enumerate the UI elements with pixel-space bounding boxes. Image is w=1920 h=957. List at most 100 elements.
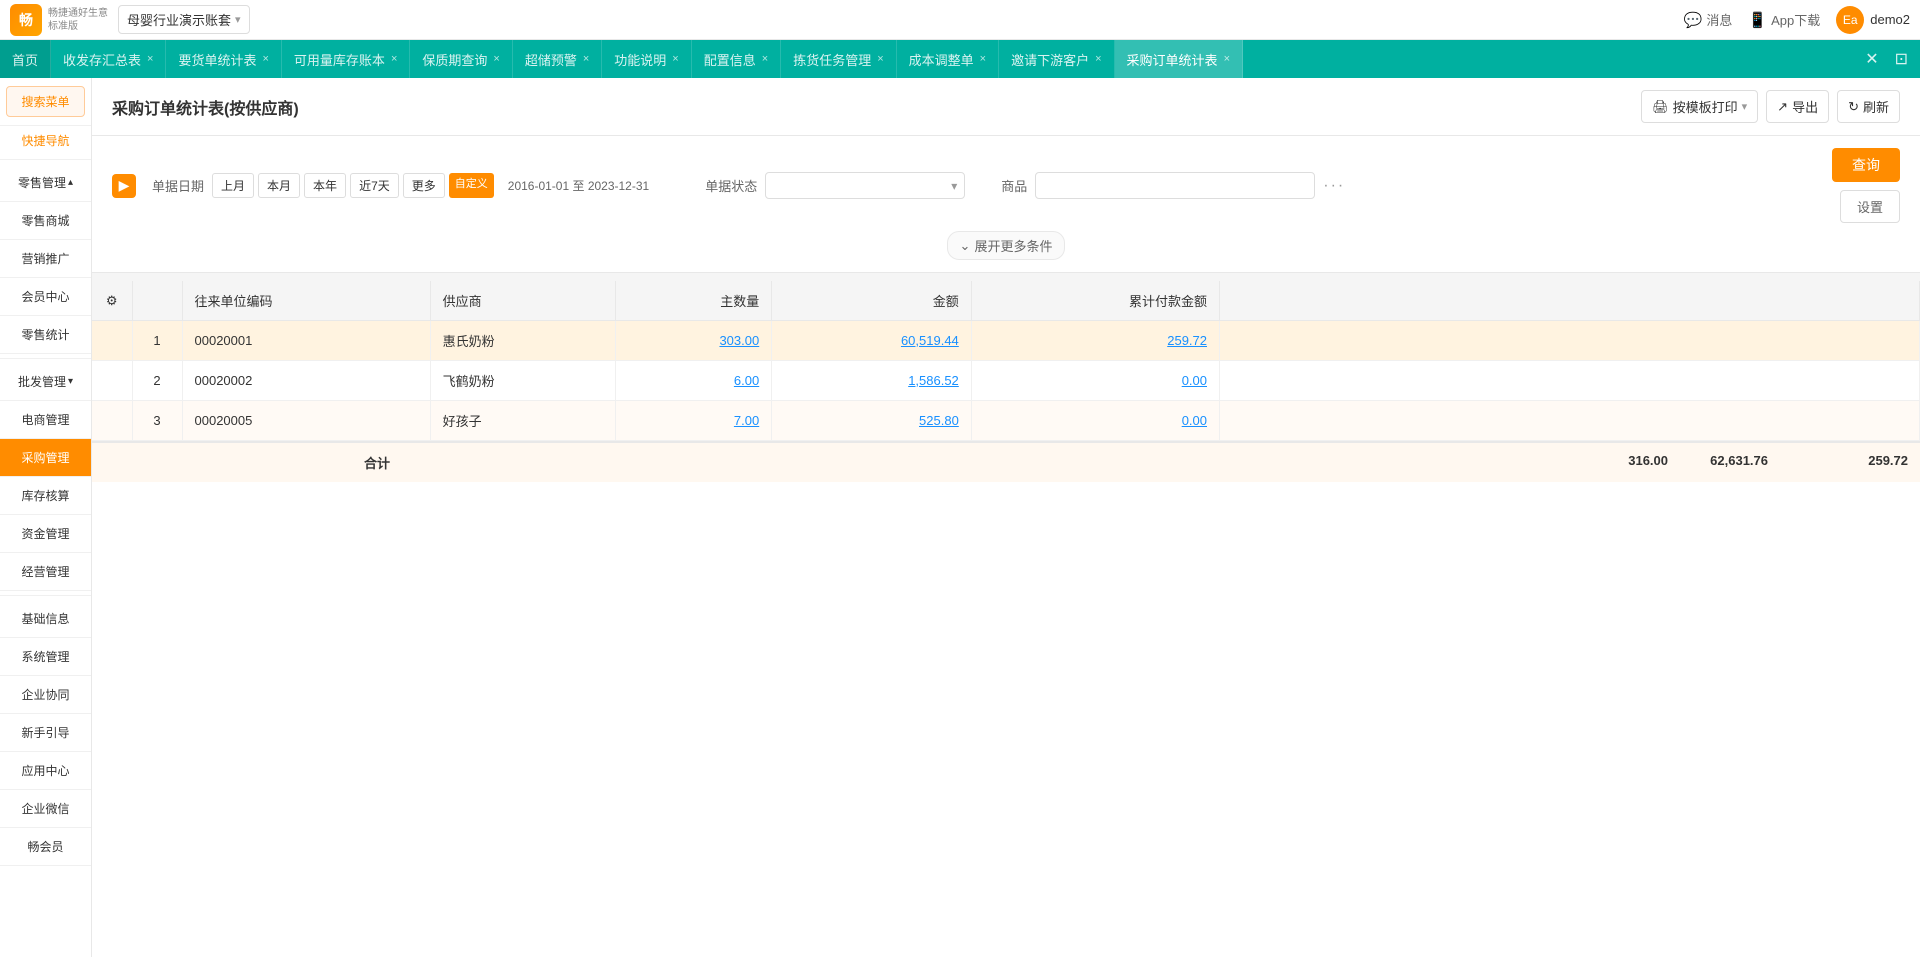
row-amount-1[interactable]: 1,586.52: [772, 361, 972, 401]
template-print-button[interactable]: 🖨 按模板打印 ▾: [1641, 90, 1758, 123]
sidebar-item-newbie[interactable]: 新手引导: [0, 714, 91, 752]
tab-baozhi[interactable]: 保质期查询 ×: [410, 40, 512, 78]
tab-keyongliang-close[interactable]: ×: [391, 53, 397, 65]
row-qty-0[interactable]: 303.00: [616, 321, 772, 361]
tab-yaoqing-close[interactable]: ×: [1095, 53, 1101, 65]
status-select[interactable]: [765, 172, 965, 199]
filter-toggle-button[interactable]: ▶: [112, 174, 136, 198]
tab-peizhi[interactable]: 配置信息 ×: [692, 40, 781, 78]
logo-text: 畅捷通好生意 标准版: [48, 7, 108, 33]
user-name[interactable]: demo2: [1870, 12, 1910, 27]
sidebar-item-ecommerce[interactable]: 电商管理: [0, 401, 91, 439]
sidebar-item-inventory[interactable]: 库存核算: [0, 477, 91, 515]
sidebar-item-operations[interactable]: 经营管理: [0, 553, 91, 591]
tab-shoufacun[interactable]: 收发存汇总表 ×: [51, 40, 166, 78]
settings-button[interactable]: 设置: [1840, 190, 1900, 223]
tab-caigou-active[interactable]: 采购订单统计表 ×: [1115, 40, 1243, 78]
app-download-label: App下载: [1771, 10, 1820, 29]
tab-chaochu[interactable]: 超储预警 ×: [513, 40, 602, 78]
sidebar-item-wechat[interactable]: 企业微信: [0, 790, 91, 828]
tab-chengben-close[interactable]: ×: [980, 53, 986, 65]
table-body: 1 00020001 惠氏奶粉 303.00 60,519.44 259.72 …: [92, 321, 1920, 441]
row-amount-2[interactable]: 525.80: [772, 401, 972, 441]
tab-shoufacun-close[interactable]: ×: [147, 53, 153, 65]
user-area[interactable]: Ea demo2: [1836, 6, 1910, 34]
date-btn-this-year[interactable]: 本年: [304, 173, 346, 198]
date-btn-7days[interactable]: 近7天: [350, 173, 399, 198]
search-menu-button[interactable]: 搜索菜单: [6, 86, 85, 117]
tab-caigou-label: 采购订单统计表: [1127, 50, 1218, 69]
sidebar-item-membership[interactable]: 畅会员: [0, 828, 91, 866]
message-action[interactable]: 💬 消息: [1684, 10, 1733, 29]
tab-caigou-close[interactable]: ×: [1224, 53, 1230, 65]
avatar-letter: Ea: [1843, 13, 1858, 27]
nav-close-btn[interactable]: ✕: [1861, 45, 1882, 73]
tab-baozhi-label: 保质期查询: [422, 50, 487, 69]
tab-gongneng[interactable]: 功能说明 ×: [602, 40, 691, 78]
tab-yaoqing[interactable]: 邀请下游客户 ×: [999, 40, 1114, 78]
sidebar: 搜索菜单 快捷导航 零售管理 ▴ 零售商城 营销推广 会员中心 零售统计 批发管…: [0, 78, 92, 957]
sidebar-item-app-center[interactable]: 应用中心: [0, 752, 91, 790]
table-row[interactable]: 1 00020001 惠氏奶粉 303.00 60,519.44 259.72: [92, 321, 1920, 361]
goods-more-icon[interactable]: ···: [1323, 177, 1345, 195]
column-settings-icon[interactable]: ⚙: [106, 293, 118, 308]
goods-input[interactable]: [1035, 172, 1315, 199]
app-download-action[interactable]: 📱 App下载: [1748, 10, 1820, 29]
row-paid-1[interactable]: 0.00: [971, 361, 1219, 401]
nav-expand-btn[interactable]: ⊡: [1891, 45, 1912, 73]
filter-area: ▶ 单据日期 上月 本月 本年 近7天 更多 自定义 2016-01-01 至 …: [92, 136, 1920, 273]
page-actions: 🖨 按模板打印 ▾ ↗ 导出 ↻ 刷新: [1641, 90, 1900, 135]
sidebar-divider-1: [0, 159, 91, 160]
row-supplier-1: 飞鹤奶粉: [430, 361, 616, 401]
tab-baozhi-close[interactable]: ×: [493, 53, 499, 65]
tab-gongneng-close[interactable]: ×: [672, 53, 678, 65]
date-btn-more[interactable]: 更多: [403, 173, 445, 198]
tab-chengben[interactable]: 成本调整单 ×: [897, 40, 999, 78]
sidebar-item-finance[interactable]: 资金管理: [0, 515, 91, 553]
date-btn-last-month[interactable]: 上月: [212, 173, 254, 198]
workspace-name: 母婴行业演示账套: [127, 10, 231, 29]
tab-jianhuo[interactable]: 拣货任务管理 ×: [781, 40, 896, 78]
sidebar-item-wholesale[interactable]: 批发管理 ▾: [0, 363, 91, 401]
tab-yaohuo[interactable]: 要货单统计表 ×: [166, 40, 281, 78]
sidebar-item-purchase[interactable]: 采购管理: [0, 439, 91, 477]
table-header-row: ⚙ 往来单位编码 供应商 主数量 金额 累计付款金额: [92, 281, 1920, 321]
action-btns: 查询 设置: [1832, 148, 1900, 223]
quick-nav-button[interactable]: 快捷导航: [0, 125, 91, 155]
app-download-icon: 📱: [1748, 11, 1767, 29]
row-qty-2[interactable]: 7.00: [616, 401, 772, 441]
top-bar: 畅 畅捷通好生意 标准版 母婴行业演示账套 ▾ 💬 消息 📱 App下载 Ea …: [0, 0, 1920, 40]
row-extra-0: [1220, 321, 1920, 361]
table-row[interactable]: 2 00020002 飞鹤奶粉 6.00 1,586.52 0.00: [92, 361, 1920, 401]
sidebar-item-system[interactable]: 系统管理: [0, 638, 91, 676]
table-row[interactable]: 3 00020005 好孩子 7.00 525.80 0.00: [92, 401, 1920, 441]
export-button[interactable]: ↗ 导出: [1766, 90, 1829, 123]
sidebar-item-retail-mgmt[interactable]: 零售管理 ▴: [0, 164, 91, 202]
sidebar-item-wholesale-arrow: ▾: [68, 376, 73, 387]
refresh-button[interactable]: ↻ 刷新: [1837, 90, 1900, 123]
date-btn-this-month[interactable]: 本月: [258, 173, 300, 198]
tab-home[interactable]: 首页: [0, 40, 51, 78]
tab-yaohuo-close[interactable]: ×: [262, 53, 268, 65]
sidebar-item-marketing[interactable]: 营销推广: [0, 240, 91, 278]
sidebar-item-retail-stats[interactable]: 零售统计: [0, 316, 91, 354]
logo-letter: 畅: [19, 10, 33, 30]
tab-keyongliang[interactable]: 可用量库存账本 ×: [282, 40, 410, 78]
tab-chaochu-close[interactable]: ×: [583, 53, 589, 65]
refresh-icon: ↻: [1848, 99, 1859, 115]
date-filter: 单据日期 上月 本月 本年 近7天 更多 自定义 2016-01-01 至 20…: [152, 173, 649, 198]
tab-jianhuo-close[interactable]: ×: [877, 53, 883, 65]
col-settings[interactable]: ⚙: [92, 281, 132, 321]
expand-conditions-button[interactable]: ⌄ 展开更多条件: [947, 231, 1066, 260]
row-amount-0[interactable]: 60,519.44: [772, 321, 972, 361]
workspace-selector[interactable]: 母婴行业演示账套 ▾: [118, 5, 250, 34]
query-button[interactable]: 查询: [1832, 148, 1900, 182]
row-paid-0[interactable]: 259.72: [971, 321, 1219, 361]
sidebar-item-retail-mall[interactable]: 零售商城: [0, 202, 91, 240]
row-paid-2[interactable]: 0.00: [971, 401, 1219, 441]
tab-peizhi-close[interactable]: ×: [762, 53, 768, 65]
row-qty-1[interactable]: 6.00: [616, 361, 772, 401]
sidebar-item-basic-info[interactable]: 基础信息: [0, 600, 91, 638]
sidebar-item-enterprise[interactable]: 企业协同: [0, 676, 91, 714]
sidebar-item-members[interactable]: 会员中心: [0, 278, 91, 316]
